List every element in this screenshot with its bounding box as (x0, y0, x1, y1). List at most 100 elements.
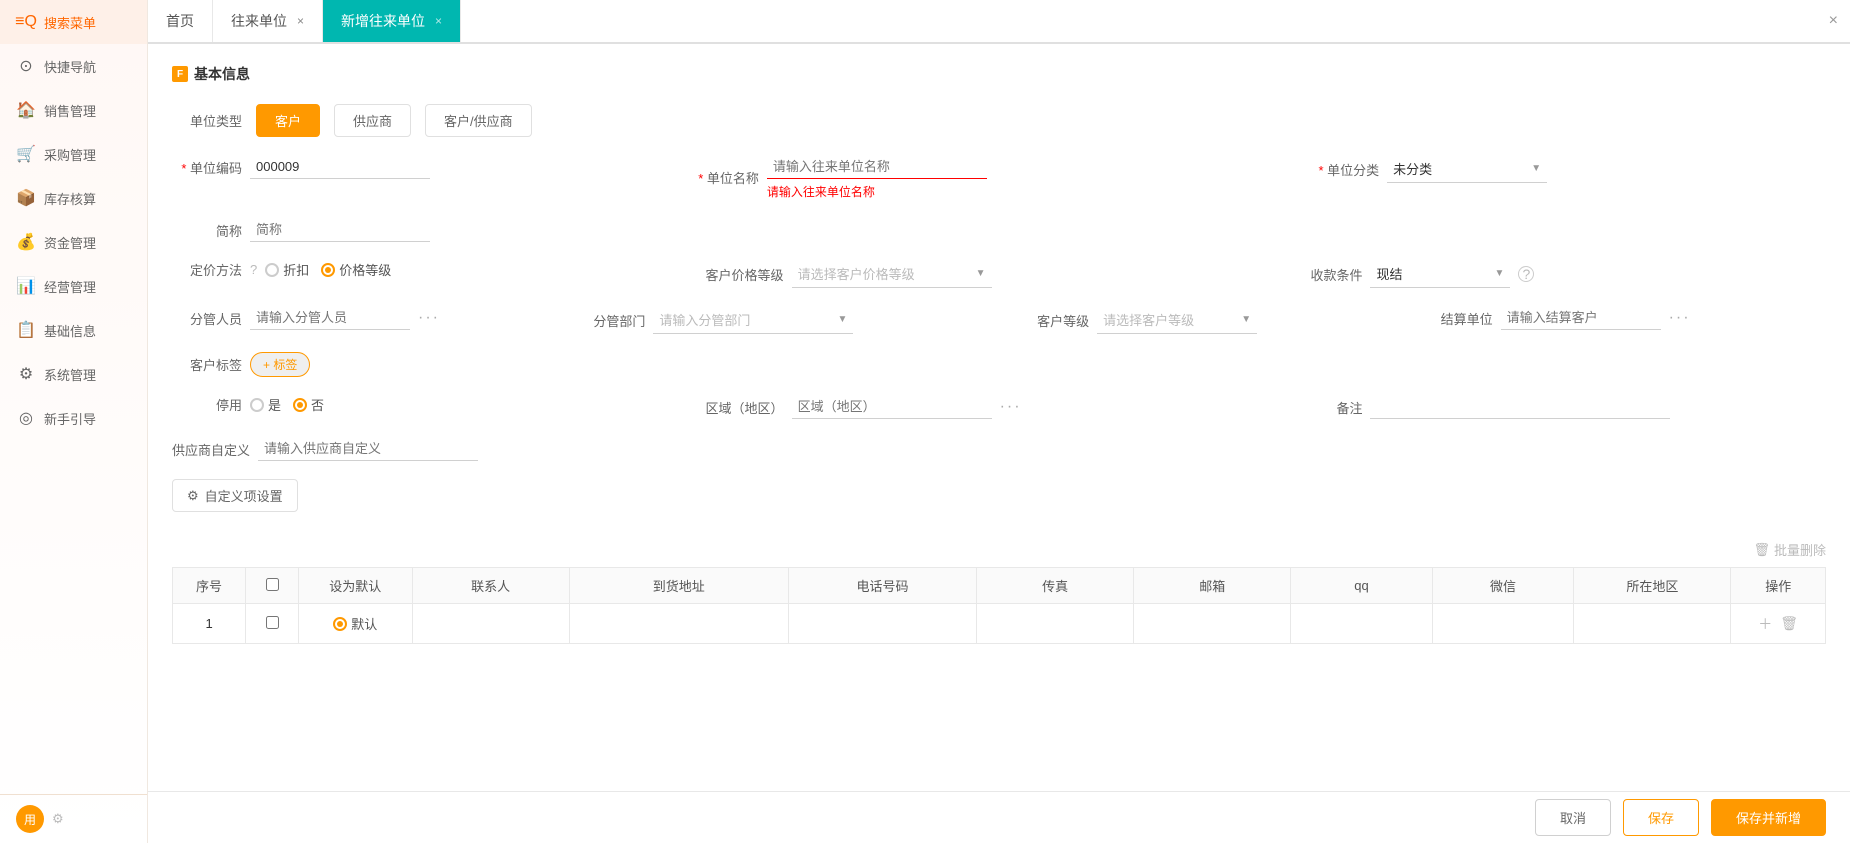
operations-icon: 📊 (16, 276, 36, 296)
pricing-price-level[interactable]: 价格等级 (321, 260, 391, 279)
pricing-radio-group: 折扣 价格等级 (265, 260, 391, 279)
sidebar-item-label: 经营管理 (44, 277, 96, 296)
row-region[interactable] (1574, 604, 1731, 644)
payment-terms-help-icon[interactable]: ? (1518, 266, 1534, 282)
settings-icon[interactable]: ⚙ (52, 811, 64, 827)
disabled-no[interactable]: 否 (293, 395, 324, 414)
row-default[interactable]: 默认 (298, 604, 412, 644)
custom-settings-button[interactable]: ⚙ 自定义项设置 (172, 479, 298, 512)
pricing-discount[interactable]: 折扣 (265, 260, 309, 279)
price-level-radio[interactable] (321, 263, 335, 277)
disabled-no-radio[interactable] (293, 398, 307, 412)
customer-level-placeholder: 请选择客户等级 (1103, 310, 1194, 329)
unit-name-input[interactable] (767, 155, 987, 179)
supplier-custom-label: 供应商自定义 (172, 440, 250, 459)
cancel-button[interactable]: 取消 (1535, 799, 1611, 836)
settlement-unit-more[interactable]: ··· (1669, 309, 1691, 327)
settlement-unit-input[interactable] (1501, 306, 1661, 330)
table-header-row: 序号 设为默认 联系人 到货地址 (173, 568, 1826, 604)
unit-type-supplier[interactable]: 供应商 (334, 104, 411, 137)
manager-input[interactable] (250, 306, 410, 330)
add-row-button[interactable]: ＋ (1758, 614, 1772, 634)
delete-row-button[interactable]: 🗑 (1780, 615, 1798, 632)
qq-input[interactable] (1327, 612, 1397, 635)
row-contact[interactable] (412, 604, 569, 644)
row-qq[interactable] (1291, 604, 1433, 644)
tab-new-unit[interactable]: 新增往来单位 × (323, 0, 461, 42)
row-email[interactable] (1134, 604, 1291, 644)
email-input[interactable] (1172, 612, 1252, 635)
batch-delete-button[interactable]: 🗑 批量删除 (1753, 540, 1826, 559)
row-phone[interactable] (788, 604, 976, 644)
supplier-custom-input[interactable] (258, 437, 478, 461)
customer-price-level-select[interactable]: 请选择客户价格等级 ▼ (792, 260, 992, 288)
contact-input[interactable] (451, 612, 531, 635)
field-unit-code: 单位编码 (172, 155, 689, 179)
col-phone: 电话号码 (788, 568, 976, 604)
sidebar-item-sales[interactable]: 🏠 销售管理 (0, 88, 147, 132)
disabled-yes-radio[interactable] (250, 398, 264, 412)
department-select[interactable]: 请输入分管部门 ▼ (653, 306, 853, 334)
abbreviation-input[interactable] (250, 218, 430, 242)
tab-units-close[interactable]: × (297, 14, 304, 28)
col-checkbox[interactable] (246, 568, 299, 604)
sidebar-item-finance[interactable]: 💰 资金管理 (0, 220, 147, 264)
address-input[interactable] (619, 612, 739, 635)
unit-type-customer[interactable]: 客户 (256, 104, 320, 137)
close-all-tabs[interactable]: × (1829, 12, 1838, 30)
phone-input[interactable] (833, 612, 933, 635)
unit-type-both[interactable]: 客户/供应商 (425, 104, 532, 137)
region-input[interactable] (792, 395, 992, 419)
remark-input[interactable] (1370, 395, 1670, 419)
select-all-checkbox[interactable] (266, 578, 279, 591)
sidebar-item-quick-nav[interactable]: ⊙ 快捷导航 (0, 44, 147, 88)
payment-terms-select[interactable]: 现结 ▼ (1370, 260, 1510, 288)
field-region: 区域（地区） ··· (706, 395, 1293, 419)
sidebar-item-search[interactable]: ≡Q 搜索菜单 (0, 0, 147, 44)
row-address[interactable] (569, 604, 788, 644)
sidebar: ≡Q 搜索菜单 ⊙ 快捷导航 🏠 销售管理 🛒 采购管理 📦 库存核算 💰 资金… (0, 0, 148, 843)
customer-level-chevron: ▼ (1241, 314, 1251, 325)
sidebar-item-operations[interactable]: 📊 经营管理 (0, 264, 147, 308)
unit-category-select[interactable]: 未分类 ▼ (1387, 155, 1547, 183)
save-button[interactable]: 保存 (1623, 799, 1699, 836)
manager-more[interactable]: ··· (418, 309, 440, 327)
customer-level-select[interactable]: 请选择客户等级 ▼ (1097, 306, 1257, 334)
default-circle[interactable] (333, 617, 347, 631)
unit-code-input[interactable] (250, 155, 430, 179)
row-fax[interactable] (977, 604, 1134, 644)
sidebar-item-guide[interactable]: ◎ 新手引导 (0, 396, 147, 440)
unit-name-error: 请输入往来单位名称 (767, 183, 987, 200)
disabled-label: 停用 (172, 395, 242, 414)
tab-new-unit-close[interactable]: × (435, 14, 442, 28)
sidebar-item-system[interactable]: ⚙ 系统管理 (0, 352, 147, 396)
disabled-yes-label: 是 (268, 395, 281, 414)
sidebar-bottom: 用 ⚙ (0, 794, 147, 843)
wechat-input[interactable] (1468, 612, 1538, 635)
region-more[interactable]: ··· (1000, 398, 1022, 416)
row-checkbox[interactable] (246, 604, 299, 644)
unit-name-label: 单位名称 (689, 168, 759, 187)
settlement-unit-label: 结算单位 (1423, 309, 1493, 328)
row-select-checkbox[interactable] (266, 616, 279, 629)
fax-input[interactable] (1015, 612, 1095, 635)
discount-label: 折扣 (283, 260, 309, 279)
disabled-yes[interactable]: 是 (250, 395, 281, 414)
sidebar-item-purchase[interactable]: 🛒 采购管理 (0, 132, 147, 176)
sidebar-item-basic-info[interactable]: 📋 基础信息 (0, 308, 147, 352)
tab-home[interactable]: 首页 (148, 0, 213, 42)
add-tag-button[interactable]: + 标签 (250, 352, 310, 377)
customer-level-label: 客户等级 (1019, 311, 1089, 330)
field-manager: 分管人员 ··· (172, 306, 575, 330)
tab-units[interactable]: 往来单位 × (213, 0, 323, 42)
save-new-button[interactable]: 保存并新增 (1711, 799, 1826, 836)
pricing-help-icon[interactable]: ? (250, 262, 257, 277)
tab-units-label: 往来单位 (231, 11, 287, 31)
discount-radio[interactable] (265, 263, 279, 277)
row-region-input[interactable] (1612, 612, 1692, 635)
row-wechat[interactable] (1432, 604, 1574, 644)
abbreviation-label: 简称 (172, 221, 242, 240)
tab-bar: 首页 往来单位 × 新增往来单位 × × (148, 0, 1850, 44)
row-default-radio[interactable]: 默认 (333, 614, 377, 633)
sidebar-item-inventory[interactable]: 📦 库存核算 (0, 176, 147, 220)
